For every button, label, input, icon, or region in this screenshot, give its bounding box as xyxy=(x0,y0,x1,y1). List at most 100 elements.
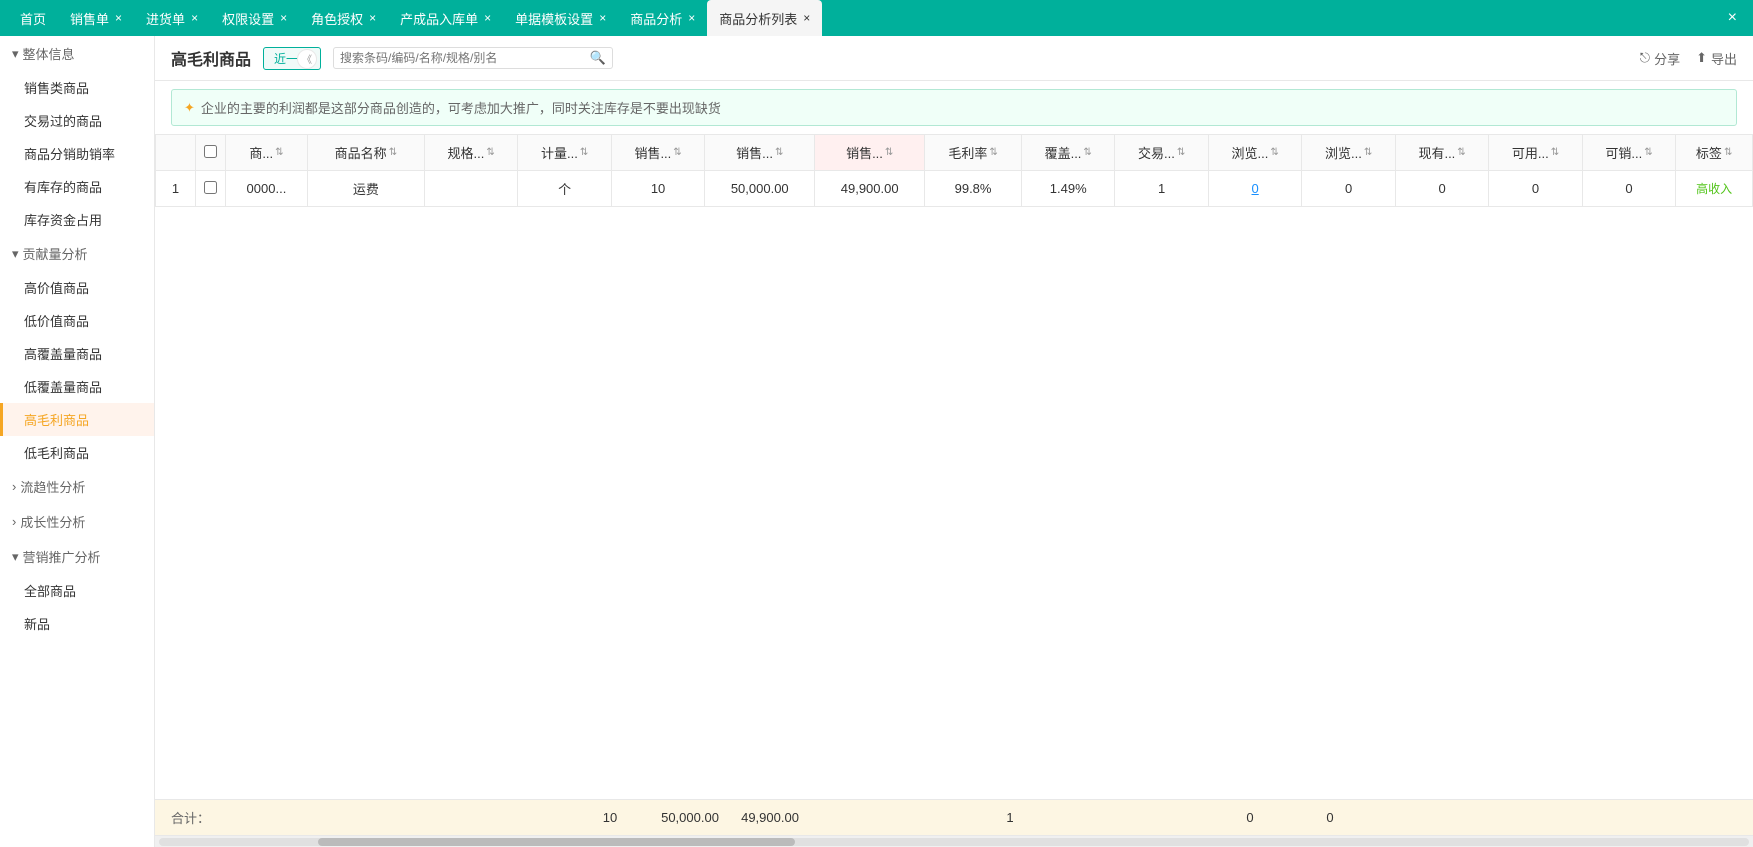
tab-template-settings[interactable]: 单据模板设置 × xyxy=(503,0,618,36)
cell-views1[interactable]: 0 xyxy=(1208,171,1301,207)
top-nav: 首页 销售单 × 进货单 × 权限设置 × 角色授权 × 产成品入库单 × 单据… xyxy=(0,0,1753,36)
main-layout: ▾ 整体信息 销售类商品 交易过的商品 商品分销助销率 有库存的商品 库存资金占… xyxy=(0,36,1753,847)
sidebar-group-overall[interactable]: ▾ 整体信息 xyxy=(0,36,154,71)
col-saleable-stock[interactable]: 可销...⇅ xyxy=(1582,135,1675,171)
row-checkbox[interactable] xyxy=(204,181,217,194)
col-code[interactable]: 商...⇅ xyxy=(226,135,308,171)
arrow-right-icon-2: › xyxy=(12,514,16,529)
col-current-stock[interactable]: 现有...⇅ xyxy=(1395,135,1488,171)
sidebar-group-trend[interactable]: › 流趋性分析 xyxy=(0,469,154,504)
scrollbar-track[interactable] xyxy=(159,838,1749,846)
sidebar-item-stock-capital[interactable]: 库存资金占用 xyxy=(0,203,154,236)
close-tab-template[interactable]: × xyxy=(599,11,606,25)
close-tab-analysis-list[interactable]: × xyxy=(803,11,810,25)
sidebar-item-high-margin[interactable]: 高毛利商品 xyxy=(0,403,154,436)
tab-home[interactable]: 首页 xyxy=(8,0,58,36)
cell-name: 运费 xyxy=(307,171,424,207)
footer-coverage xyxy=(890,810,970,825)
cell-transaction: 1 xyxy=(1115,171,1208,207)
search-box-container: 🔍 xyxy=(333,47,613,69)
footer-sale-profit: 49,900.00 xyxy=(730,810,810,825)
sidebar-item-low-coverage[interactable]: 低覆盖量商品 xyxy=(0,370,154,403)
footer-sale-qty: 10 xyxy=(570,810,650,825)
search-icon[interactable]: 🔍 xyxy=(590,50,606,66)
close-tab-purchase[interactable]: × xyxy=(191,11,198,25)
col-coverage[interactable]: 覆盖...⇅ xyxy=(1021,135,1114,171)
sidebar-item-new-goods[interactable]: 新品 xyxy=(0,607,154,640)
cell-current-stock: 0 xyxy=(1395,171,1488,207)
col-transaction[interactable]: 交易...⇅ xyxy=(1115,135,1208,171)
scrollbar-thumb[interactable] xyxy=(318,838,795,846)
col-index xyxy=(156,135,196,171)
sidebar-item-distribution-rate[interactable]: 商品分销助销率 xyxy=(0,137,154,170)
sidebar-collapse-button[interactable]: 《 xyxy=(297,49,317,69)
col-name[interactable]: 商品名称⇅ xyxy=(307,135,424,171)
sidebar-group-growth[interactable]: › 成长性分析 xyxy=(0,504,154,539)
tab-purchase-order[interactable]: 进货单 × xyxy=(134,0,210,36)
close-tab-role[interactable]: × xyxy=(369,11,376,25)
col-spec[interactable]: 规格...⇅ xyxy=(424,135,517,171)
cell-checkbox[interactable] xyxy=(196,171,226,207)
col-tag[interactable]: 标签⇅ xyxy=(1676,135,1753,171)
cell-coverage: 1.49% xyxy=(1021,171,1114,207)
footer-transaction: 1 xyxy=(970,810,1050,825)
close-all-tabs[interactable]: × xyxy=(1720,9,1745,27)
sidebar-item-high-value[interactable]: 高价值商品 xyxy=(0,271,154,304)
sidebar-item-traded-goods[interactable]: 交易过的商品 xyxy=(0,104,154,137)
cell-sale-profit: 49,900.00 xyxy=(815,171,925,207)
close-tab-sales-order[interactable]: × xyxy=(115,11,122,25)
cell-available-stock: 0 xyxy=(1489,171,1582,207)
arrow-right-icon: › xyxy=(12,479,16,494)
horizontal-scrollbar[interactable] xyxy=(155,835,1753,847)
tab-product-analysis-list[interactable]: 商品分析列表 × xyxy=(707,0,822,36)
sidebar: ▾ 整体信息 销售类商品 交易过的商品 商品分销助销率 有库存的商品 库存资金占… xyxy=(0,36,155,847)
arrow-down-icon: ▾ xyxy=(12,46,19,62)
cell-views2: 0 xyxy=(1302,171,1395,207)
cell-sale-qty: 10 xyxy=(611,171,704,207)
close-tab-permission[interactable]: × xyxy=(280,11,287,25)
sidebar-item-high-coverage[interactable]: 高覆盖量商品 xyxy=(0,337,154,370)
arrow-down-icon-2: ▾ xyxy=(12,246,19,262)
footer-views1 xyxy=(1050,810,1130,825)
sidebar-item-sales-goods[interactable]: 销售类商品 xyxy=(0,71,154,104)
search-input[interactable] xyxy=(340,51,586,65)
sidebar-group-contribution[interactable]: ▾ 贡献量分析 xyxy=(0,236,154,271)
col-unit[interactable]: 计量...⇅ xyxy=(518,135,611,171)
data-table-wrapper[interactable]: 商...⇅ 商品名称⇅ 规格...⇅ 计量...⇅ 销售...⇅ xyxy=(155,134,1753,799)
close-tab-product-warehouse[interactable]: × xyxy=(484,11,491,25)
col-views1[interactable]: 浏览...⇅ xyxy=(1208,135,1301,171)
sidebar-item-low-value[interactable]: 低价值商品 xyxy=(0,304,154,337)
export-icon: ⬆ xyxy=(1696,50,1707,66)
cell-gross-rate: 99.8% xyxy=(925,171,1022,207)
sidebar-group-marketing[interactable]: ▾ 营销推广分析 xyxy=(0,539,154,574)
col-available-stock[interactable]: 可用...⇅ xyxy=(1489,135,1582,171)
page-title: 高毛利商品 xyxy=(171,46,251,70)
share-button[interactable]: ⎋ 分享 xyxy=(1640,49,1680,68)
export-button[interactable]: ⬆ 导出 xyxy=(1696,49,1737,68)
tab-product-warehouse[interactable]: 产成品入库单 × xyxy=(388,0,503,36)
share-icon: ⎋ xyxy=(1640,50,1650,66)
cell-unit: 个 xyxy=(518,171,611,207)
col-sale-profit[interactable]: 销售...⇅ xyxy=(815,135,925,171)
tab-product-analysis[interactable]: 商品分析 × xyxy=(618,0,707,36)
col-sale-qty[interactable]: 销售...⇅ xyxy=(611,135,704,171)
col-gross-rate[interactable]: 毛利率⇅ xyxy=(925,135,1022,171)
tab-role-auth[interactable]: 角色授权 × xyxy=(299,0,388,36)
cell-tag: 高收入 xyxy=(1676,171,1753,207)
tab-permission-settings[interactable]: 权限设置 × xyxy=(210,0,299,36)
close-tab-analysis[interactable]: × xyxy=(688,11,695,25)
col-checkbox[interactable] xyxy=(196,135,226,171)
footer-gross-rate xyxy=(810,810,890,825)
cell-spec xyxy=(424,171,517,207)
footer-available-stock: 0 xyxy=(1290,810,1370,825)
sidebar-item-all-goods[interactable]: 全部商品 xyxy=(0,574,154,607)
select-all-checkbox[interactable] xyxy=(204,145,217,158)
col-sale-amount[interactable]: 销售...⇅ xyxy=(705,135,815,171)
sidebar-item-low-margin[interactable]: 低毛利商品 xyxy=(0,436,154,469)
col-views2[interactable]: 浏览...⇅ xyxy=(1302,135,1395,171)
cell-sale-amount: 50,000.00 xyxy=(705,171,815,207)
table-row: 1 0000... 运费 个 10 50,000.00 49,900.00 99… xyxy=(156,171,1753,207)
tab-sales-order[interactable]: 销售单 × xyxy=(58,0,134,36)
cell-saleable-stock: 0 xyxy=(1582,171,1675,207)
sidebar-item-in-stock-goods[interactable]: 有库存的商品 xyxy=(0,170,154,203)
